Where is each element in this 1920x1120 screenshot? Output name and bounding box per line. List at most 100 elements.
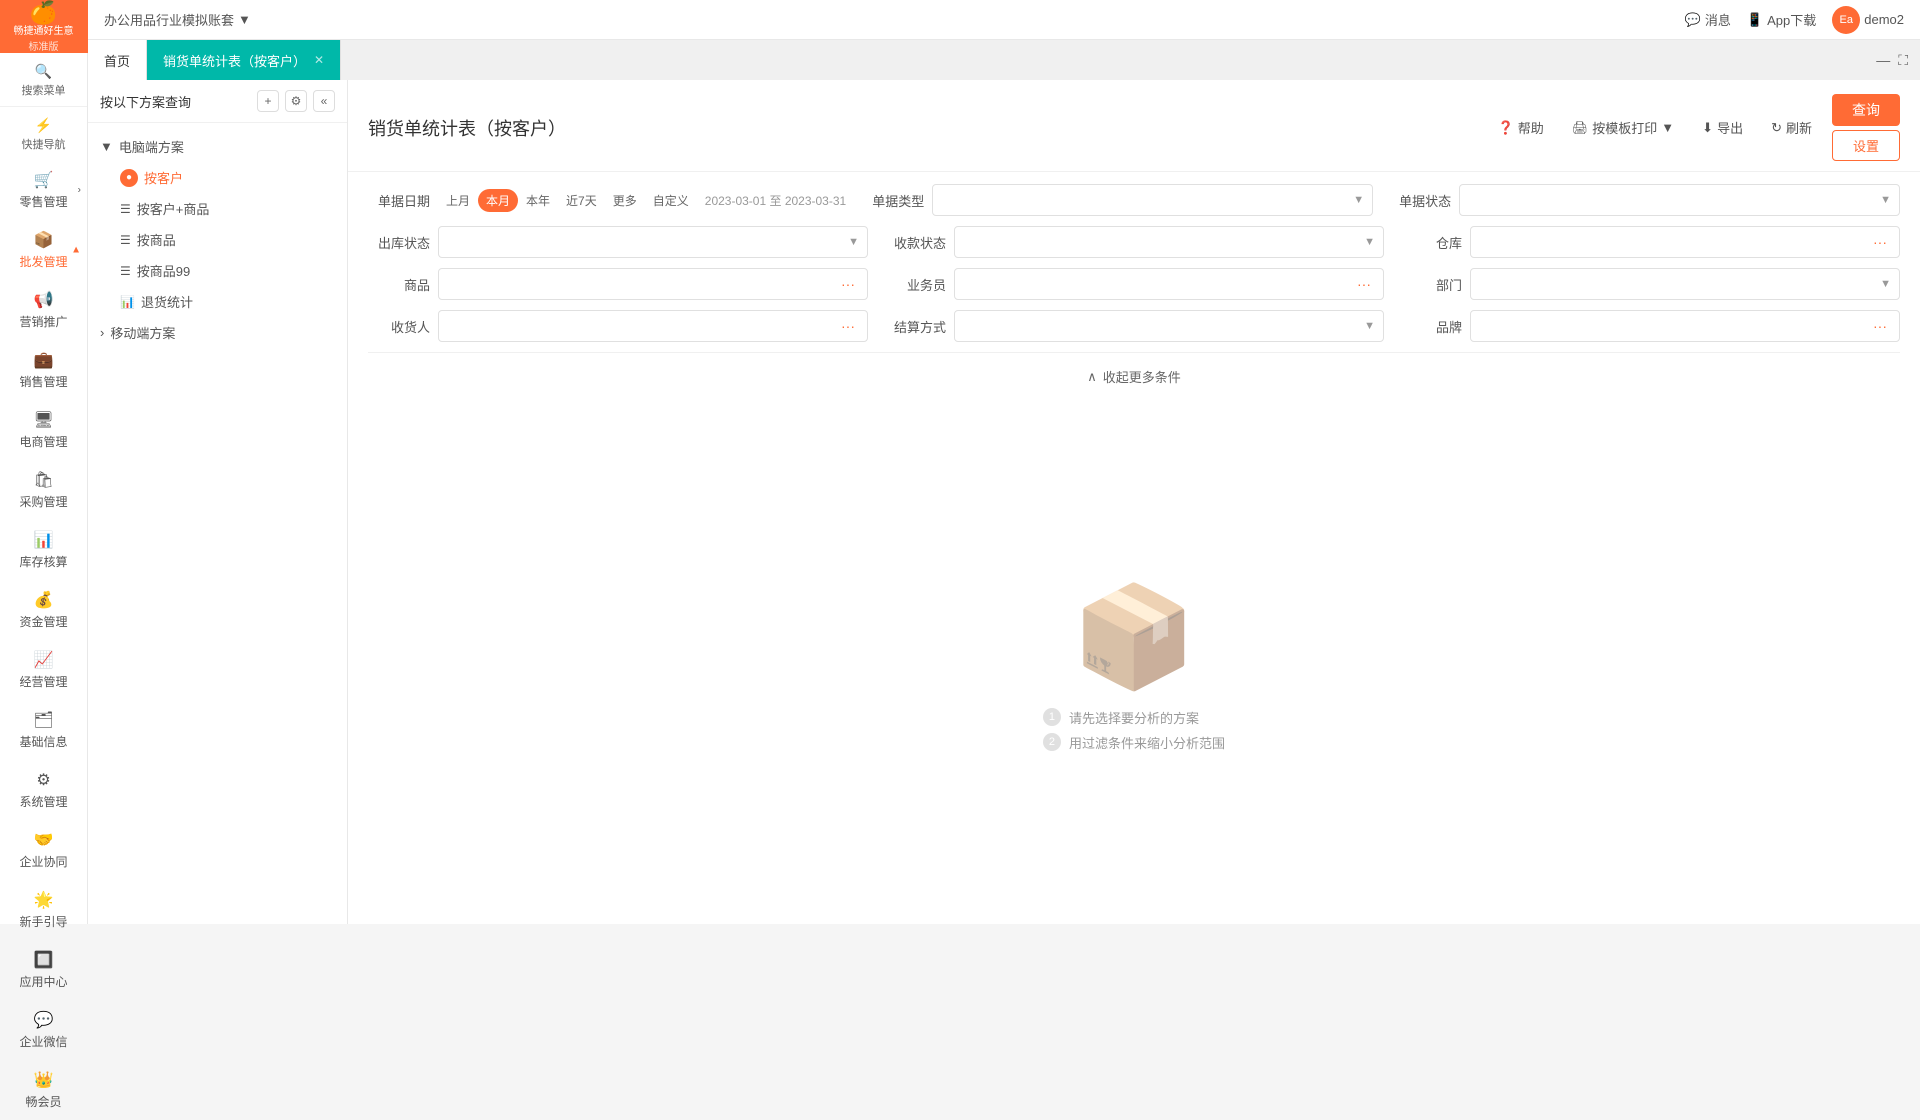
date-this-month[interactable]: 本月 bbox=[478, 189, 518, 212]
receiver-dots[interactable]: ··· bbox=[837, 318, 859, 334]
sidebar-item-business[interactable]: 📈 经营管理 bbox=[0, 640, 87, 700]
empty-state: 📦 1 请先选择要分析的方案 2 用过滤条件来缩小分析范围 bbox=[348, 406, 1920, 924]
sidebar-item-member[interactable]: 👑 畅会员 bbox=[0, 1060, 87, 1120]
collapse-btn[interactable]: ∧ 收起更多条件 bbox=[1079, 359, 1189, 394]
sidebar-item-wholesale[interactable]: 📦 批发管理 ▲ bbox=[0, 220, 87, 280]
query-btn[interactable]: 查询 bbox=[1832, 94, 1900, 126]
tab-close-btn[interactable]: ✕ bbox=[314, 53, 324, 67]
receiver-select[interactable]: ··· bbox=[438, 310, 868, 342]
search-label: 搜索菜单 bbox=[22, 82, 66, 98]
sidebar-item-purchase[interactable]: 🛍 采购管理 bbox=[0, 460, 87, 520]
brand-dots[interactable]: ··· bbox=[1869, 318, 1891, 334]
app-download-btn[interactable]: 📱 App下载 bbox=[1747, 10, 1816, 29]
settlement-select[interactable]: ▼ bbox=[954, 310, 1384, 342]
sidebar-item-marketing[interactable]: 📢 营销推广 bbox=[0, 280, 87, 340]
order-status-select[interactable]: ▼ bbox=[1459, 184, 1900, 216]
retail-icon: 🛒 bbox=[34, 170, 54, 190]
app-download-label: App下载 bbox=[1767, 10, 1816, 29]
filter-payment: 收款状态 ▼ bbox=[884, 226, 1384, 258]
tab-sales-stat[interactable]: 销货单统计表（按客户） ✕ bbox=[147, 40, 341, 80]
staff-select[interactable]: ··· bbox=[954, 268, 1384, 300]
tree-item-by-customer-goods[interactable]: ☰ 按客户+商品 bbox=[100, 193, 347, 224]
tree-item-label: 退货统计 bbox=[141, 292, 193, 311]
sidebar-item-basic[interactable]: 🗂 基础信息 bbox=[0, 700, 87, 760]
sidebar-item-appstore[interactable]: 🔲 应用中心 bbox=[0, 940, 87, 1000]
add-plan-btn[interactable]: + bbox=[257, 90, 279, 112]
tree-item-by-customer[interactable]: ● 按客户 bbox=[100, 162, 347, 193]
tree-item-icon: ☰ bbox=[120, 264, 131, 278]
export-icon: ⬇ bbox=[1702, 120, 1713, 136]
warehouse-dots[interactable]: ··· bbox=[1869, 234, 1891, 250]
empty-tips: 1 请先选择要分析的方案 2 用过滤条件来缩小分析范围 bbox=[1043, 708, 1225, 752]
sidebar-item-enterprise[interactable]: 🤝 企业协同 bbox=[0, 820, 87, 880]
user-profile[interactable]: Ea demo2 bbox=[1832, 6, 1904, 34]
settings-icon: ⚙ bbox=[291, 94, 302, 108]
goods-dots[interactable]: ··· bbox=[837, 276, 859, 292]
filter-order-status: 单据状态 ▼ bbox=[1389, 184, 1900, 216]
order-type-label: 单据类型 bbox=[862, 191, 932, 210]
print-btn[interactable]: 🖨 按模板打印 ▼ bbox=[1564, 114, 1682, 141]
tab-home-label: 首页 bbox=[104, 51, 130, 70]
date-last-7[interactable]: 近7天 bbox=[558, 189, 605, 212]
title-dropdown[interactable]: 办公用品行业模拟账套 ▼ bbox=[104, 10, 251, 29]
filter-warehouse: 仓库 ··· bbox=[1400, 226, 1900, 258]
quick-nav[interactable]: ⚡ 快捷导航 bbox=[0, 107, 87, 160]
settings-plan-btn[interactable]: ⚙ bbox=[285, 90, 307, 112]
date-options-group: 上月 本月 本年 近7天 更多 自定义 2023-03-01 至 2023-03… bbox=[438, 189, 846, 212]
brand-select[interactable]: ··· bbox=[1470, 310, 1900, 342]
settings-btn[interactable]: 设置 bbox=[1832, 130, 1900, 161]
finance-icon: 💰 bbox=[34, 590, 54, 610]
tree-item-return-stat[interactable]: 📊 退货统计 bbox=[100, 286, 347, 317]
help-btn[interactable]: ❓ 帮助 bbox=[1490, 114, 1552, 141]
print-label: 按模板打印 bbox=[1592, 118, 1657, 137]
print-icon: 🖨 bbox=[1572, 120, 1589, 136]
goods-select[interactable]: ··· bbox=[438, 268, 868, 300]
filter-goods: 商品 ··· bbox=[368, 268, 868, 300]
sidebar-item-finance[interactable]: 💰 资金管理 bbox=[0, 580, 87, 640]
refresh-btn[interactable]: ↻ 刷新 bbox=[1763, 114, 1820, 141]
sidebar-item-sales[interactable]: 💼 销售管理 bbox=[0, 340, 87, 400]
nav-label: 快捷导航 bbox=[22, 136, 66, 152]
tree-parent-pc[interactable]: ▼ 电脑端方案 bbox=[88, 131, 347, 162]
search-menu[interactable]: 🔍 搜索菜单 bbox=[0, 53, 87, 107]
app-download-icon: 📱 bbox=[1747, 12, 1763, 28]
goods-label: 商品 bbox=[368, 275, 438, 294]
message-btn[interactable]: 💬 消息 bbox=[1685, 10, 1731, 29]
tree-item-by-goods[interactable]: ☰ 按商品 bbox=[100, 224, 347, 255]
export-btn[interactable]: ⬇ 导出 bbox=[1694, 114, 1751, 141]
appstore-label: 应用中心 bbox=[19, 973, 67, 990]
shipment-select[interactable]: ▼ bbox=[438, 226, 868, 258]
filter-row-3: 商品 ··· 业务员 ··· 部门 bbox=[368, 268, 1900, 300]
warehouse-select[interactable]: ··· bbox=[1470, 226, 1900, 258]
sidebar-item-newbie[interactable]: 🌟 新手引导 bbox=[0, 880, 87, 940]
filter-shipment: 出库状态 ▼ bbox=[368, 226, 868, 258]
sidebar-item-inventory[interactable]: 📊 库存核算 bbox=[0, 520, 87, 580]
collapse-panel-btn[interactable]: « bbox=[313, 90, 335, 112]
left-panel-actions: + ⚙ « bbox=[257, 90, 335, 112]
payment-select[interactable]: ▼ bbox=[954, 226, 1384, 258]
newbie-label: 新手引导 bbox=[19, 913, 67, 930]
tree-item-by-goods-99[interactable]: ☰ 按商品99 bbox=[100, 255, 347, 286]
wholesale-label: 批发管理 bbox=[19, 253, 67, 270]
tab-minimize-btn[interactable]: — bbox=[1876, 52, 1890, 68]
sidebar-item-retail[interactable]: 🛒 零售管理 › bbox=[0, 160, 87, 220]
page-actions: ❓ 帮助 🖨 按模板打印 ▼ ⬇ 导出 ↻ 刷新 bbox=[1490, 94, 1900, 161]
sidebar-item-ecommerce[interactable]: 🖥 电商管理 bbox=[0, 400, 87, 460]
tree-parent-mobile[interactable]: › 移动端方案 bbox=[88, 317, 347, 348]
date-last-month[interactable]: 上月 bbox=[438, 189, 478, 212]
tabs-actions: — ⛶ bbox=[1876, 52, 1920, 69]
sidebar-item-system[interactable]: ⚙ 系统管理 bbox=[0, 760, 87, 820]
app-sublabel: 标准版 bbox=[29, 38, 59, 53]
staff-dots[interactable]: ··· bbox=[1353, 276, 1375, 292]
tab-expand-btn[interactable]: ⛶ bbox=[1898, 52, 1908, 69]
date-this-year[interactable]: 本年 bbox=[518, 189, 558, 212]
date-more[interactable]: 更多 bbox=[605, 189, 645, 212]
order-type-select[interactable]: ▼ bbox=[932, 184, 1373, 216]
tree-expand-icon: › bbox=[100, 325, 104, 340]
tree-item-icon: ☰ bbox=[120, 202, 131, 216]
dept-select[interactable]: ▼ bbox=[1470, 268, 1900, 300]
sidebar-item-wechat[interactable]: 💬 企业微信 bbox=[0, 1000, 87, 1060]
topbar-dropdown-icon: ▼ bbox=[238, 12, 251, 27]
tab-home[interactable]: 首页 bbox=[88, 40, 147, 80]
date-custom[interactable]: 自定义 bbox=[645, 189, 697, 212]
